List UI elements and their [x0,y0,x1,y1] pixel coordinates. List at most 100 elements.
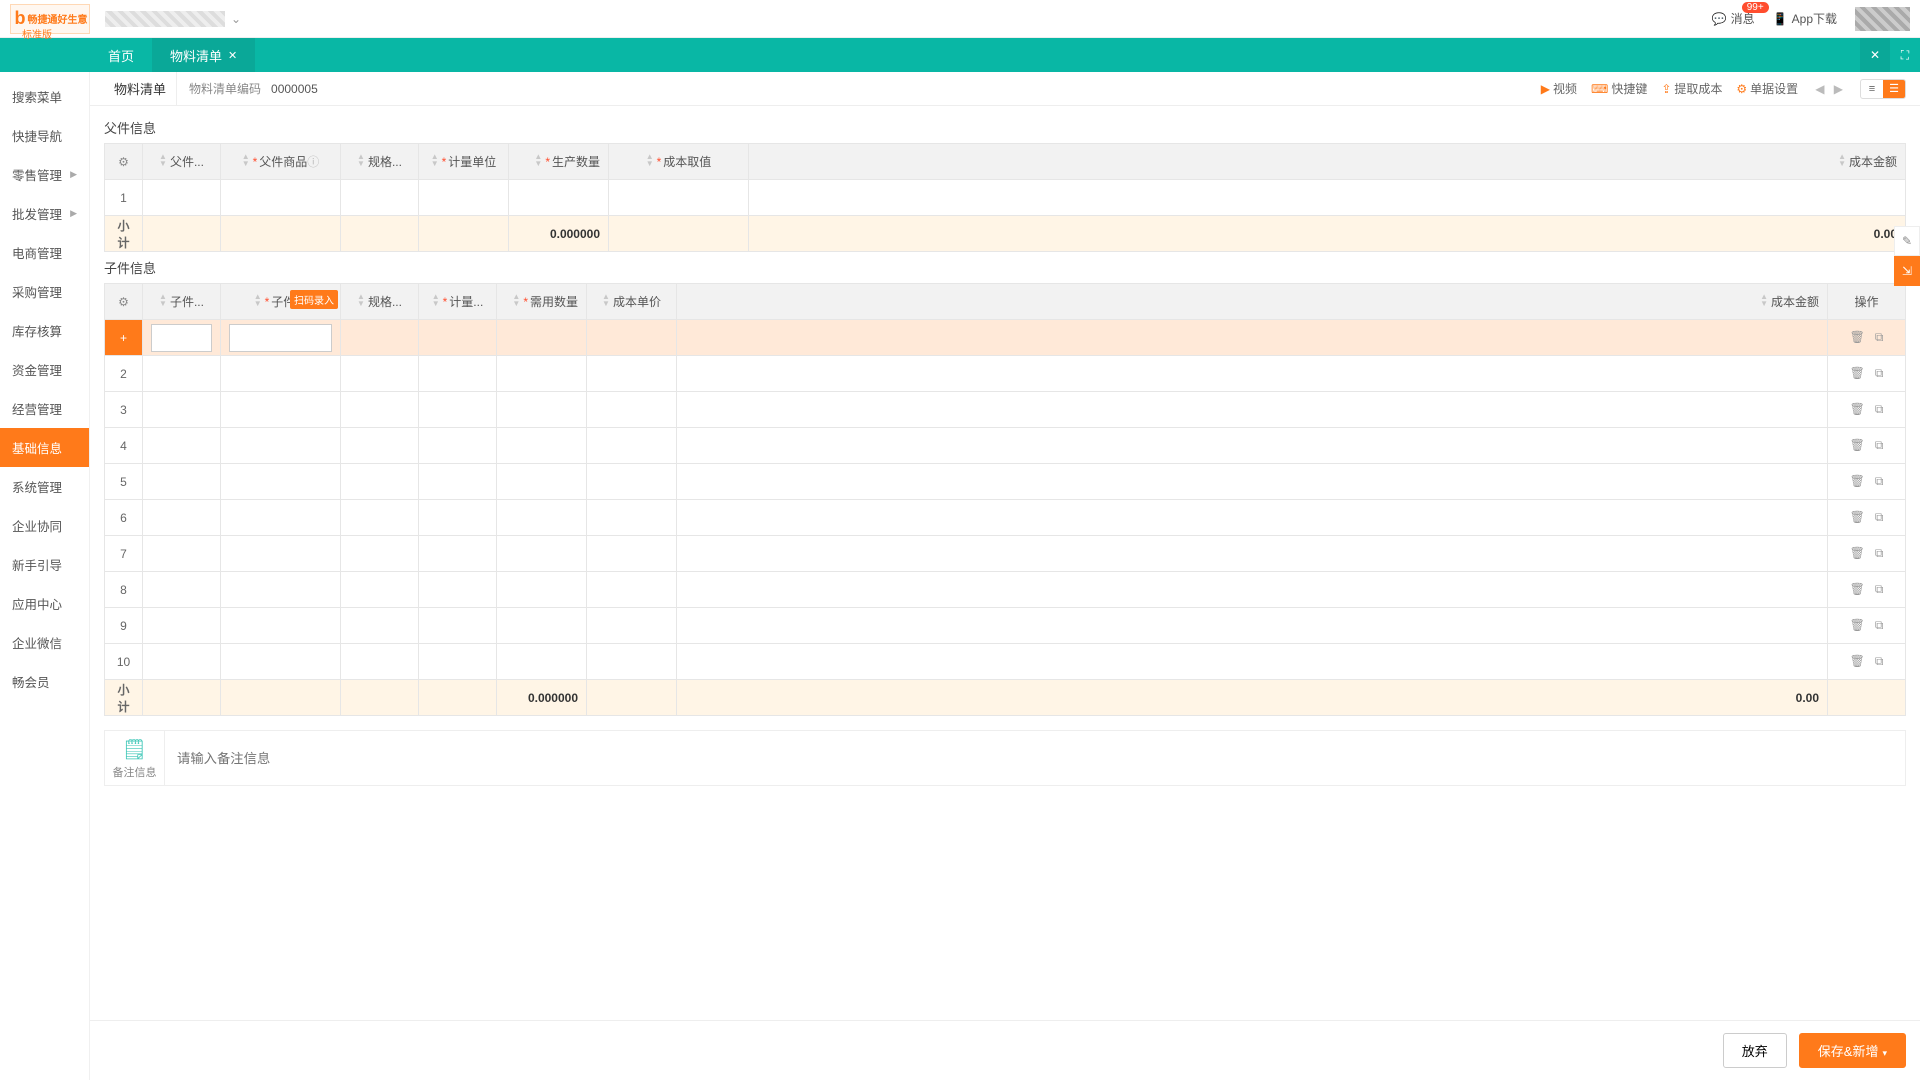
copy-icon[interactable]: ⧉ [1875,438,1884,453]
doc-settings-link[interactable]: ⚙单据设置 [1736,80,1798,97]
video-link[interactable]: ▶视频 [1541,80,1577,97]
gear-icon[interactable]: ⚙ [105,284,143,320]
sidebar-item[interactable]: 系统管理 [0,467,89,506]
col-parent-product[interactable]: ▲▼*父件商品ⓘ [221,144,341,180]
page-tab-bom[interactable]: 物料清单 [104,72,177,105]
company-selector[interactable] [105,11,241,27]
view-list[interactable]: ≡ [1861,80,1883,98]
company-name-masked [105,11,225,27]
col-child-amount[interactable]: ▲▼成本金额 [677,284,1828,320]
copy-icon[interactable]: ⧉ [1875,654,1884,669]
delete-icon[interactable]: 🗑 [1850,474,1865,489]
child-row[interactable]: 8🗑⧉ [105,572,1906,608]
copy-icon[interactable]: ⧉ [1875,510,1884,525]
col-child-qty[interactable]: ▲▼*需用数量 [497,284,587,320]
child-row[interactable]: 10🗑⧉ [105,644,1906,680]
close-all-tabs[interactable]: ✕ [1860,38,1890,72]
delete-icon[interactable]: 🗑 [1850,366,1865,381]
close-icon[interactable]: ✕ [228,49,237,62]
child-code-input[interactable] [151,324,212,352]
child-row[interactable]: 9🗑⧉ [105,608,1906,644]
delete-icon[interactable]: 🗑 [1850,654,1865,669]
delete-icon[interactable]: 🗑 [1850,510,1865,525]
col-parent-qty[interactable]: ▲▼*生产数量 [509,144,609,180]
delete-icon[interactable]: 🗑 [1850,546,1865,561]
col-parent-code[interactable]: ▲▼父件... [143,144,221,180]
next-record[interactable]: ▶ [1831,82,1846,96]
col-child-price[interactable]: ▲▼成本单价 [587,284,677,320]
child-row-add[interactable]: + 🗑 ⧉ [105,320,1906,356]
fullscreen-icon[interactable]: ⛶ [1890,38,1920,72]
sidebar-item[interactable]: 电商管理 [0,233,89,272]
delete-icon[interactable]: 🗑 [1850,618,1865,633]
col-child-spec[interactable]: ▲▼规格... [341,284,419,320]
add-icon[interactable]: + [115,329,133,347]
gear-icon[interactable]: ⚙ [105,144,143,180]
col-child-unit[interactable]: ▲▼*计量... [419,284,497,320]
note-icon: 🗒 [122,737,147,762]
delete-icon[interactable]: 🗑 [1850,330,1865,345]
sidebar-item[interactable]: 批发管理▶ [0,194,89,233]
main-tab-bar: 首页 物料清单✕ ✕ ⛶ [0,38,1920,72]
copy-icon[interactable]: ⧉ [1875,618,1884,633]
app-download-link[interactable]: 📱 App下载 [1773,10,1837,27]
chevron-down-icon: ▾ [1882,1048,1887,1058]
logo-main: 畅捷通好生意 [28,11,88,26]
sidebar-item[interactable]: 新手引导 [0,545,89,584]
sidebar-item[interactable]: 经营管理 [0,389,89,428]
messages-link[interactable]: 💬 消息 99+ [1712,10,1755,27]
parent-row-1[interactable]: 1 [105,180,1906,216]
scan-input-button[interactable]: 扫码录入 [290,290,338,309]
prev-record[interactable]: ◀ [1812,82,1827,96]
extract-cost-link[interactable]: ⇪提取成本 [1661,80,1722,97]
hotkey-link[interactable]: ⌨快捷键 [1591,80,1647,97]
child-row[interactable]: 7🗑⧉ [105,536,1906,572]
avatar[interactable] [1855,7,1910,31]
tab-home[interactable]: 首页 [90,38,152,72]
copy-icon[interactable]: ⧉ [1875,546,1884,561]
col-parent-unit[interactable]: ▲▼*计量单位 [419,144,509,180]
sidebar-item[interactable]: 零售管理▶ [0,155,89,194]
sidebar-item[interactable]: 库存核算 [0,311,89,350]
view-form[interactable]: ☰ [1883,80,1905,98]
copy-icon[interactable]: ⧉ [1875,366,1884,381]
copy-icon[interactable]: ⧉ [1875,330,1884,345]
remark-input[interactable] [165,731,1905,785]
keyboard-icon: ⌨ [1591,82,1608,96]
footer: 放弃 保存&新增▾ [90,1020,1920,1080]
delete-icon[interactable]: 🗑 [1850,402,1865,417]
caret-icon: ▶ [70,208,77,219]
sidebar-item[interactable]: 企业协同 [0,506,89,545]
child-row[interactable]: 3🗑⧉ [105,392,1906,428]
sidebar-item[interactable]: 采购管理 [0,272,89,311]
child-row[interactable]: 6🗑⧉ [105,500,1906,536]
copy-icon[interactable]: ⧉ [1875,474,1884,489]
collapse-icon[interactable]: ⇲ [1894,256,1920,286]
sidebar-item[interactable]: 畅会员 [0,662,89,701]
child-row[interactable]: 5🗑⧉ [105,464,1906,500]
delete-icon[interactable]: 🗑 [1850,582,1865,597]
col-child-code[interactable]: ▲▼子件... [143,284,221,320]
tab-bom[interactable]: 物料清单✕ [152,38,255,72]
discard-button[interactable]: 放弃 [1723,1033,1787,1068]
child-product-input[interactable] [229,324,332,352]
sidebar-item[interactable]: 基础信息 [0,428,89,467]
col-parent-amount[interactable]: ▲▼成本金额 [749,144,1906,180]
sidebar-item[interactable]: 快捷导航 [0,116,89,155]
sidebar-item[interactable]: 资金管理 [0,350,89,389]
col-child-product[interactable]: ▲▼*子件商扫码录入 [221,284,341,320]
copy-icon[interactable]: ⧉ [1875,402,1884,417]
child-row[interactable]: 2🗑⧉ [105,356,1906,392]
edit-icon[interactable]: ✎ [1894,226,1920,256]
col-parent-spec[interactable]: ▲▼规格... [341,144,419,180]
copy-icon[interactable]: ⧉ [1875,582,1884,597]
sidebar-item[interactable]: 企业微信 [0,623,89,662]
col-parent-cost[interactable]: ▲▼*成本取值 [609,144,749,180]
child-row[interactable]: 4🗑⧉ [105,428,1906,464]
save-and-new-button[interactable]: 保存&新增▾ [1799,1033,1906,1068]
sidebar-item[interactable]: 应用中心 [0,584,89,623]
child-subtotal: 小计0.0000000.00 [105,680,1906,716]
child-section-title: 子件信息 [104,258,1906,277]
sidebar-item[interactable]: 搜索菜单 [0,77,89,116]
delete-icon[interactable]: 🗑 [1850,438,1865,453]
